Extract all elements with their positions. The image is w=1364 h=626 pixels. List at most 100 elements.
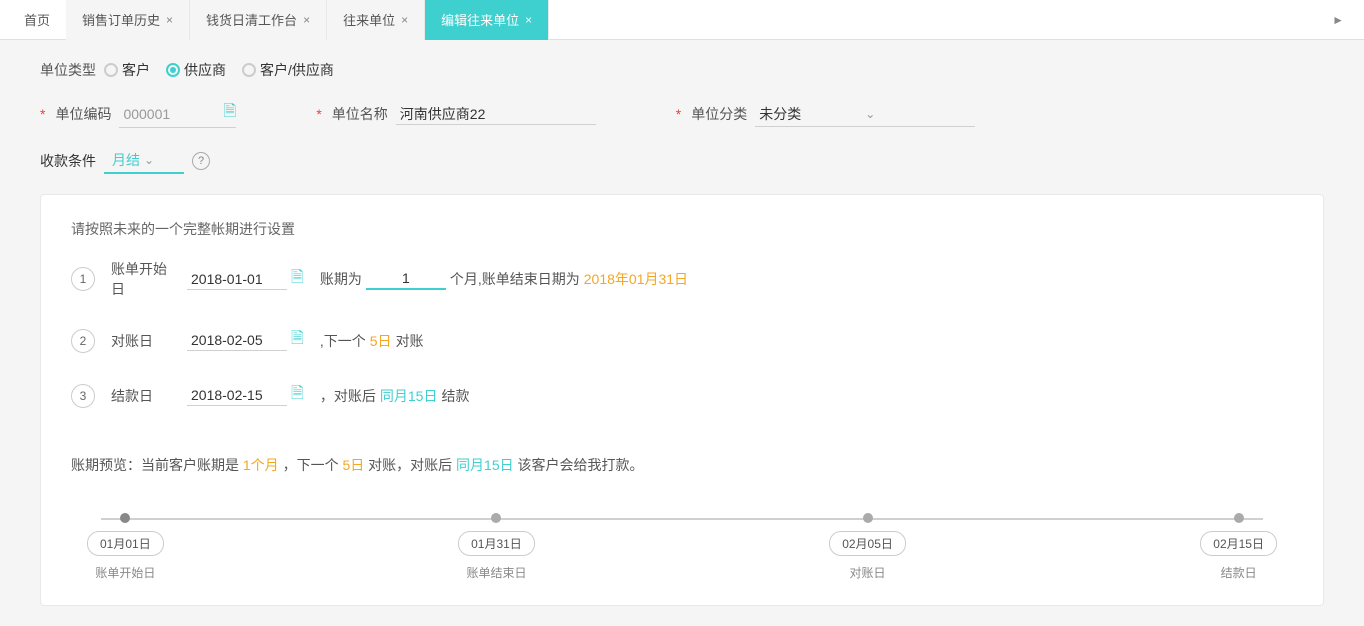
date-field-3: 🗎 [187, 382, 304, 409]
radio-both-circle [242, 63, 256, 77]
preview-label: 账期预览：当前客户账期是 [71, 457, 239, 473]
timeline-label-4: 结款日 [1221, 564, 1257, 581]
timeline-badge-3: 02月05日 [829, 531, 906, 556]
timeline-badge-1: 01月01日 [87, 531, 164, 556]
timeline-point-2: 01月31日 账单结束日 [458, 502, 535, 581]
unit-type-field: 单位类型 客户 供应商 客户/供应商 [40, 60, 334, 80]
period-desc-2-suffix: 对账 [396, 331, 424, 351]
tab-edit-partner-close[interactable]: × [525, 13, 532, 27]
payment-field: 收款条件 月结 ⌄ ? [40, 148, 210, 174]
period-label-1: 账单开始日 [111, 259, 171, 299]
payment-dropdown-arrow: ⌄ [144, 153, 154, 167]
radio-both[interactable]: 客户/供应商 [242, 60, 334, 80]
payment-help-icon[interactable]: ? [192, 152, 210, 170]
preview-part3: 对账，对账后 [368, 457, 452, 473]
period-row-2: 2 对账日 🗎 ,下一个 5日 对账 [71, 327, 1293, 354]
payment-dropdown[interactable]: 月结 ⌄ [104, 148, 184, 174]
radio-customer[interactable]: 客户 [104, 60, 150, 80]
period-desc-2: ,下一个 5日 对账 [320, 331, 424, 351]
category-value: 未分类 [759, 104, 865, 124]
period-desc-1-prefix: 账期为 [320, 269, 362, 289]
row-num-3: 3 [71, 384, 95, 408]
payment-label: 收款条件 [40, 151, 96, 171]
tab-edit-partner-label: 编辑往来单位 [441, 10, 519, 29]
timeline-container: 01月01日 账单开始日 01月31日 账单结束日 02月05日 对账日 [71, 502, 1293, 581]
timeline-dot-4 [1234, 513, 1244, 523]
period-desc-3-prefix: ，对账后 [320, 386, 376, 406]
timeline-label-3: 对账日 [850, 564, 886, 581]
tab-edit-partner[interactable]: 编辑往来单位 × [425, 0, 549, 40]
card-hint: 请按照未来的一个完整帐期进行设置 [71, 219, 1293, 239]
period-row-1: 1 账单开始日 🗎 账期为 个月,账单结束日期为 2018年01月31日 [71, 259, 1293, 299]
period-desc-2-prefix: ,下一个 [320, 331, 366, 351]
tab-cash-work[interactable]: 钱货日清工作台 × [190, 0, 327, 40]
tab-home-label: 首页 [24, 10, 50, 29]
category-label: 单位分类 [691, 104, 747, 124]
date-field-1: 🗎 [187, 266, 304, 293]
period-desc-1: 账期为 个月,账单结束日期为 2018年01月31日 [320, 268, 688, 290]
payment-highlight: 同月15日 [380, 386, 438, 406]
timeline-badge-2: 01月31日 [458, 531, 535, 556]
code-required-star: * [40, 106, 45, 122]
preview-section: 账期预览：当前客户账期是 1个月 ，下一个 5日 对账，对账后 同月15日 该客… [71, 437, 1293, 581]
tab-home[interactable]: 首页 [8, 0, 66, 40]
category-dropdown[interactable]: 未分类 ⌄ [755, 102, 975, 127]
date-input-1[interactable] [187, 269, 287, 290]
date-field-2: 🗎 [187, 327, 304, 354]
preview-payment-day: 同月15日 [456, 457, 514, 473]
code-calendar-icon[interactable]: 🗎 [223, 100, 236, 127]
preview-day: 5日 [342, 457, 364, 473]
timeline-point-4: 02月15日 结款日 [1200, 502, 1277, 581]
period-desc-3-suffix: 结款 [441, 386, 469, 406]
tab-partner[interactable]: 往来单位 × [327, 0, 425, 40]
name-field: * 单位名称 [316, 104, 595, 125]
timeline-label-2: 账单结束日 [466, 564, 526, 581]
period-card: 请按照未来的一个完整帐期进行设置 1 账单开始日 🗎 账期为 个月,账单结束日期… [40, 194, 1324, 606]
category-required-star: * [676, 106, 681, 122]
tab-cash-work-close[interactable]: × [303, 13, 310, 27]
period-months-unit: 个月,账单结束日期为 [450, 269, 580, 289]
code-label: 单位编码 [55, 104, 111, 124]
timeline-points: 01月01日 账单开始日 01月31日 账单结束日 02月05日 对账日 [87, 502, 1277, 581]
tab-partner-close[interactable]: × [401, 13, 408, 27]
timeline-point-1: 01月01日 账单开始日 [87, 502, 164, 581]
category-field: * 单位分类 未分类 ⌄ [676, 102, 975, 127]
code-input[interactable] [119, 104, 219, 124]
timeline-point-3: 02月05日 对账日 [829, 502, 906, 581]
radio-supplier-circle [166, 63, 180, 77]
payment-value: 月结 [112, 150, 140, 170]
months-input[interactable] [366, 268, 446, 290]
row-num-1: 1 [71, 267, 95, 291]
timeline-label-1: 账单开始日 [95, 564, 155, 581]
calendar-icon-2[interactable]: 🗎 [291, 327, 304, 354]
timeline-dot-3 [863, 513, 873, 523]
tab-partner-label: 往来单位 [343, 10, 395, 29]
name-label: 单位名称 [332, 104, 388, 124]
category-dropdown-arrow: ⌄ [865, 107, 971, 121]
name-input[interactable] [396, 104, 596, 125]
code-input-wrapper: 🗎 [119, 100, 236, 128]
radio-supplier-label: 供应商 [184, 60, 226, 80]
timeline-dot-2 [491, 513, 501, 523]
calendar-icon-3[interactable]: 🗎 [291, 382, 304, 409]
preview-part2: ，下一个 [283, 457, 339, 473]
reconcile-highlight: 5日 [370, 331, 392, 351]
preview-text: 账期预览：当前客户账期是 1个月 ，下一个 5日 对账，对账后 同月15日 该客… [71, 453, 1293, 478]
radio-supplier[interactable]: 供应商 [166, 60, 226, 80]
period-label-3: 结款日 [111, 386, 171, 406]
radio-both-label: 客户/供应商 [260, 60, 334, 80]
date-input-2[interactable] [187, 330, 287, 351]
unit-type-row: 单位类型 客户 供应商 客户/供应商 [40, 60, 1324, 80]
radio-customer-label: 客户 [122, 60, 150, 80]
preview-months: 1个月 [243, 457, 279, 473]
tab-more-arrow[interactable]: ► [1320, 0, 1356, 40]
tab-sales-history-label: 销售订单历史 [82, 10, 160, 29]
calendar-icon-1[interactable]: 🗎 [291, 266, 304, 293]
tab-sales-history[interactable]: 销售订单历史 × [66, 0, 190, 40]
period-label-2: 对账日 [111, 331, 171, 351]
tab-cash-work-label: 钱货日清工作台 [206, 10, 297, 29]
date-input-3[interactable] [187, 385, 287, 406]
row-num-2: 2 [71, 329, 95, 353]
code-name-row: * 单位编码 🗎 * 单位名称 * 单位分类 未分类 ⌄ [40, 100, 1324, 128]
tab-sales-history-close[interactable]: × [166, 13, 173, 27]
